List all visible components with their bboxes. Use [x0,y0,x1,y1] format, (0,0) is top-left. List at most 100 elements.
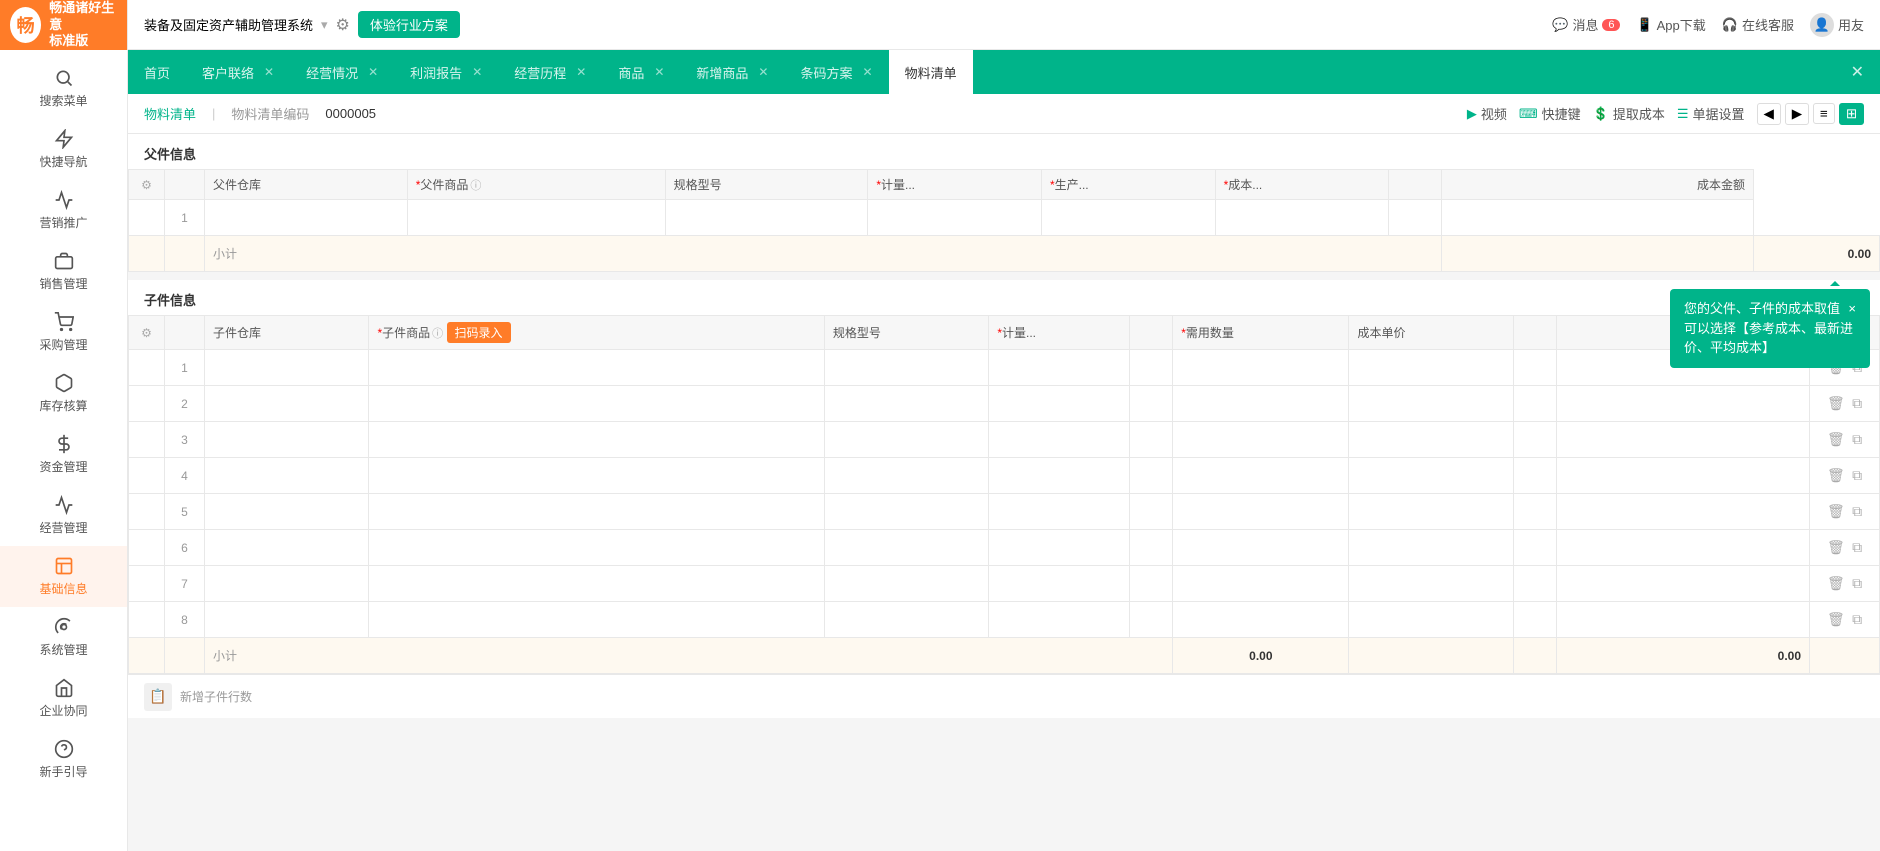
delete-icon-r2[interactable]: 🗑 [1827,395,1845,411]
child-r4-unit-cost[interactable] [1349,458,1513,494]
user-btn[interactable]: 👤 用友 [1810,13,1864,37]
action-shortcut[interactable]: ⌨ 快捷键 [1519,104,1581,123]
tab-barcode-close[interactable]: ✕ [863,65,873,79]
child-r3-needed[interactable] [1173,422,1349,458]
tab-history-close[interactable]: ✕ [576,65,586,79]
child-r4-needed[interactable] [1173,458,1349,494]
delete-icon-r3[interactable]: 🗑 [1827,431,1845,447]
child-r3-unit-cost[interactable] [1349,422,1513,458]
child-r3-warehouse[interactable] [205,422,369,458]
child-r8-unit-cost[interactable] [1349,602,1513,638]
child-r6-qty-unit[interactable] [989,530,1130,566]
sidebar-item-quick-nav[interactable]: 快捷导航 [0,119,127,180]
tab-profit[interactable]: 利润报告✕ [394,50,498,94]
settings-btn[interactable]: ⚙ [336,15,350,35]
tab-close-all[interactable]: ✕ [1835,62,1880,82]
child-r2-product[interactable] [369,386,824,422]
experience-btn[interactable]: 体验行业方案 [358,11,460,38]
child-r7-warehouse[interactable] [205,566,369,602]
child-r1-product[interactable] [369,350,824,386]
child-r5-needed[interactable] [1173,494,1349,530]
child-r6-warehouse[interactable] [205,530,369,566]
child-r8-qty-unit[interactable] [989,602,1130,638]
child-r5-qty-unit[interactable] [989,494,1130,530]
delete-icon-r4[interactable]: 🗑 [1827,467,1845,483]
child-r6-unit-cost[interactable] [1349,530,1513,566]
child-r5-product[interactable] [369,494,824,530]
sidebar-item-system[interactable]: 系统管理 [0,607,127,668]
tooltip-close-btn[interactable]: × [1848,299,1856,319]
child-r2-unit-cost[interactable] [1349,386,1513,422]
child-r2-warehouse[interactable] [205,386,369,422]
parent-row1-cost[interactable] [1215,200,1389,236]
child-r1-spec[interactable] [824,350,988,386]
online-service-btn[interactable]: 🎧 在线客服 [1722,15,1794,34]
tab-bom[interactable]: 物料清单 [889,50,973,94]
scan-input-btn[interactable]: 扫码录入 [447,322,511,343]
child-r3-spec[interactable] [824,422,988,458]
sidebar-item-finance[interactable]: 资金管理 [0,424,127,485]
grid-view-btn[interactable]: ⊞ [1839,103,1864,125]
tab-new-goods-close[interactable]: ✕ [758,65,768,79]
tab-customer-close[interactable]: ✕ [264,65,274,79]
child-r1-warehouse[interactable] [205,350,369,386]
child-r7-needed[interactable] [1173,566,1349,602]
delete-icon-r5[interactable]: 🗑 [1827,503,1845,519]
message-btn[interactable]: 💬 消息 6 [1552,15,1620,34]
copy-icon-r4[interactable]: ⧉ [1852,467,1862,483]
sidebar-item-search[interactable]: 搜索菜单 [0,58,127,119]
child-r2-needed[interactable] [1173,386,1349,422]
child-r5-spec[interactable] [824,494,988,530]
child-gear-icon[interactable]: ⚙ [141,326,152,340]
child-r4-qty-unit[interactable] [989,458,1130,494]
copy-icon-r6[interactable]: ⧉ [1852,539,1862,555]
parent-row1-warehouse[interactable] [205,200,408,236]
action-settings[interactable]: ☰ 单据设置 [1677,104,1745,123]
action-video[interactable]: ▶ 视频 [1467,104,1507,123]
child-r6-spec[interactable] [824,530,988,566]
parent-row1-product[interactable] [407,200,665,236]
child-r4-product[interactable] [369,458,824,494]
delete-icon-r6[interactable]: 🗑 [1827,539,1845,555]
prev-btn[interactable]: ◀ [1757,103,1781,125]
bottom-icon-1[interactable]: 📋 [144,683,172,711]
sidebar-item-purchase[interactable]: 采购管理 [0,302,127,363]
tab-customer[interactable]: 客户联络✕ [186,50,290,94]
child-r4-warehouse[interactable] [205,458,369,494]
child-r7-spec[interactable] [824,566,988,602]
child-r1-needed[interactable] [1173,350,1349,386]
copy-icon-r3[interactable]: ⧉ [1852,431,1862,447]
copy-icon-r2[interactable]: ⧉ [1852,395,1862,411]
child-r8-warehouse[interactable] [205,602,369,638]
parent-row1-qty[interactable] [868,200,1042,236]
tab-goods-close[interactable]: ✕ [654,65,664,79]
app-download-btn[interactable]: 📱 App下载 [1636,15,1705,34]
tab-home[interactable]: 首页 [128,50,186,94]
child-r7-unit-cost[interactable] [1349,566,1513,602]
breadcrumb-bom[interactable]: 物料清单 [144,104,196,123]
sidebar-item-sales[interactable]: 销售管理 [0,241,127,302]
copy-icon-r7[interactable]: ⧉ [1852,575,1862,591]
child-r5-unit-cost[interactable] [1349,494,1513,530]
tab-profit-close[interactable]: ✕ [472,65,482,79]
child-r3-qty-unit[interactable] [989,422,1130,458]
child-r6-product[interactable] [369,530,824,566]
sidebar-item-operations[interactable]: 经营管理 [0,485,127,546]
child-r8-product[interactable] [369,602,824,638]
tab-barcode[interactable]: 条码方案✕ [784,50,888,94]
child-r8-spec[interactable] [824,602,988,638]
child-r2-spec[interactable] [824,386,988,422]
copy-icon-r5[interactable]: ⧉ [1852,503,1862,519]
child-r7-qty-unit[interactable] [989,566,1130,602]
dropdown-arrow[interactable]: ▾ [321,17,328,33]
child-r1-qty-unit[interactable] [989,350,1130,386]
parent-row1-spec[interactable] [665,200,868,236]
delete-icon-r7[interactable]: 🗑 [1827,575,1845,591]
child-r7-product[interactable] [369,566,824,602]
child-r5-warehouse[interactable] [205,494,369,530]
delete-icon-r8[interactable]: 🗑 [1827,611,1845,627]
child-r8-needed[interactable] [1173,602,1349,638]
sidebar-item-guide[interactable]: 新手引导 [0,729,127,790]
tab-history[interactable]: 经营历程✕ [498,50,602,94]
copy-icon-r8[interactable]: ⧉ [1852,611,1862,627]
